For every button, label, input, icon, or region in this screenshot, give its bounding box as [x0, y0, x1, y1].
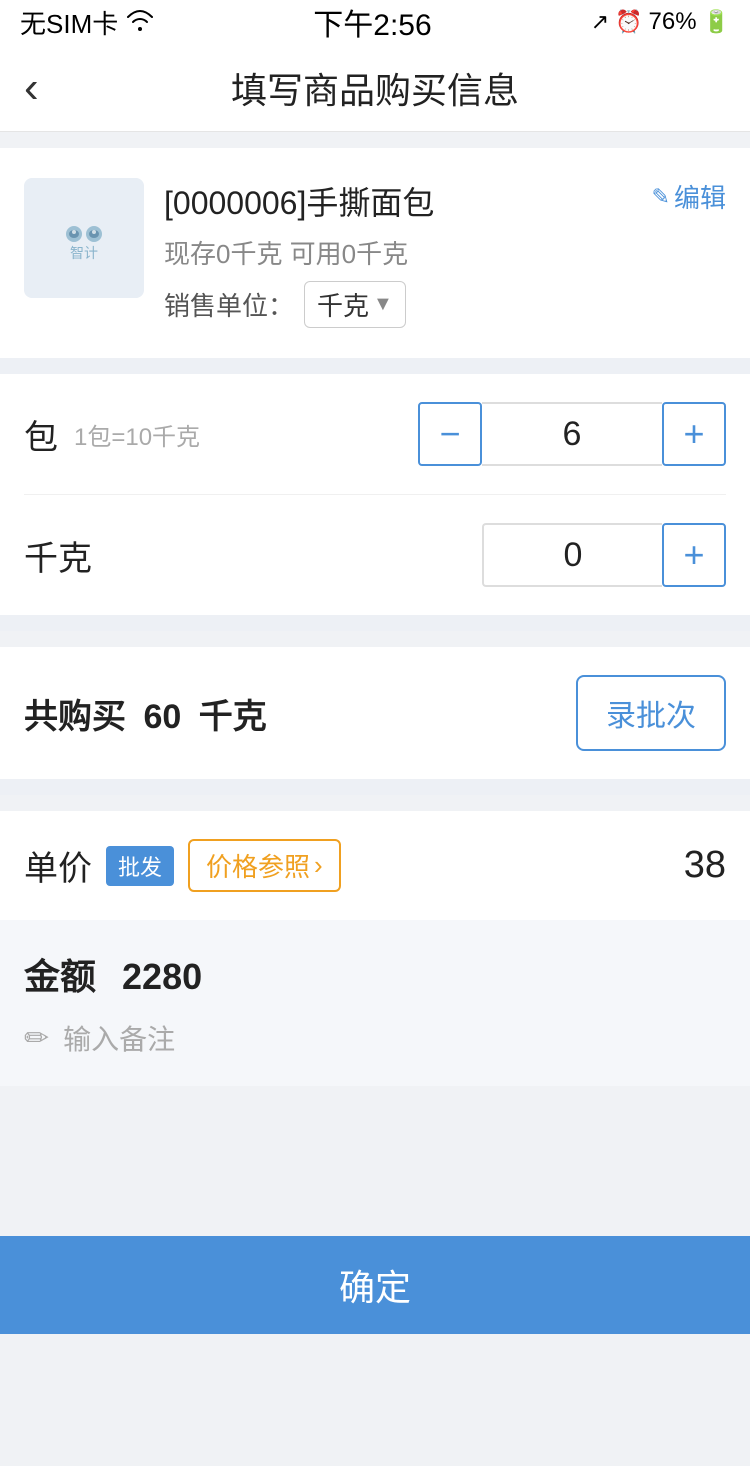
section-divider-2 — [0, 615, 750, 631]
product-name: [0000006]手撕面包 — [164, 178, 434, 224]
product-unit: 销售单位： 千克 ▼ — [164, 281, 726, 328]
quantity-controls-bao: − + — [418, 402, 726, 466]
quantity-row-bao: 包 1包=10千克 − + — [24, 374, 726, 495]
price-section: 单价 批发 价格参照 › 38 — [0, 811, 750, 920]
section-divider-3 — [0, 779, 750, 795]
total-section: 共购买 60 千克 录批次 — [0, 647, 750, 779]
status-left: 无SIM卡 — [20, 4, 154, 41]
quantity-kg-input[interactable] — [482, 523, 662, 587]
quantity-bao-input[interactable] — [482, 402, 662, 466]
product-image: 智计 — [24, 178, 144, 298]
quantity-label-bao: 包 1包=10千克 — [24, 410, 200, 459]
carrier-label: 无SIM卡 — [20, 4, 118, 41]
status-right: ↗ ⏰ 76% 🔋 — [591, 8, 730, 36]
status-bar: 无SIM卡 下午2:56 ↗ ⏰ 76% 🔋 — [0, 0, 750, 44]
total-amount: 60 — [143, 698, 181, 736]
quantity-label-kg: 千克 — [24, 531, 92, 580]
page-title: 填写商品购买信息 — [231, 62, 519, 114]
price-badge: 批发 — [106, 846, 174, 886]
price-label: 单价 批发 价格参照 › — [24, 839, 341, 892]
remark-label: 输入备注 — [63, 1018, 175, 1058]
unit-selector[interactable]: 千克 ▼ — [304, 281, 406, 328]
amount-section: 金额 2280 ✏ 输入备注 — [0, 920, 750, 1086]
location-icon: ↗ — [591, 9, 609, 35]
battery-label: 76% — [649, 8, 697, 36]
svg-text:智计: 智计 — [70, 245, 98, 261]
price-value: 38 — [684, 844, 726, 887]
increment-bao-button[interactable]: + — [662, 402, 726, 466]
record-batch-button[interactable]: 录批次 — [576, 675, 726, 751]
decrement-bao-button[interactable]: − — [418, 402, 482, 466]
back-button[interactable]: ‹ — [24, 66, 39, 110]
amount-row: 金额 2280 — [24, 948, 726, 1000]
status-time: 下午2:56 — [313, 0, 431, 44]
quantity-section: 包 1包=10千克 − + 千克 + — [0, 374, 750, 615]
confirm-bar[interactable]: 确定 — [0, 1236, 750, 1334]
total-text: 共购买 60 千克 — [24, 689, 267, 738]
quantity-controls-kg: + — [482, 523, 726, 587]
battery-icon: 🔋 — [703, 9, 730, 35]
product-card: 智计 [0000006]手撕面包 ✎ 编辑 现存0千克 可用0千克 销售单位： … — [0, 148, 750, 358]
amount-value: 2280 — [122, 956, 202, 997]
price-ref-button[interactable]: 价格参照 › — [188, 839, 341, 892]
increment-kg-button[interactable]: + — [662, 523, 726, 587]
nav-bar: ‹ 填写商品购买信息 — [0, 44, 750, 132]
wifi-icon — [126, 7, 154, 38]
remark-row[interactable]: ✏ 输入备注 — [24, 1018, 726, 1058]
confirm-text: 确定 — [339, 1259, 411, 1311]
product-info: [0000006]手撕面包 ✎ 编辑 现存0千克 可用0千克 销售单位： 千克 … — [164, 178, 726, 328]
product-stock: 现存0千克 可用0千克 — [164, 234, 726, 271]
remark-icon: ✏ — [24, 1021, 49, 1056]
alarm-icon: ⏰ — [615, 9, 642, 35]
edit-button[interactable]: ✎ 编辑 — [652, 178, 726, 215]
section-divider-1 — [0, 358, 750, 374]
quantity-row-kg: 千克 + — [24, 495, 726, 615]
